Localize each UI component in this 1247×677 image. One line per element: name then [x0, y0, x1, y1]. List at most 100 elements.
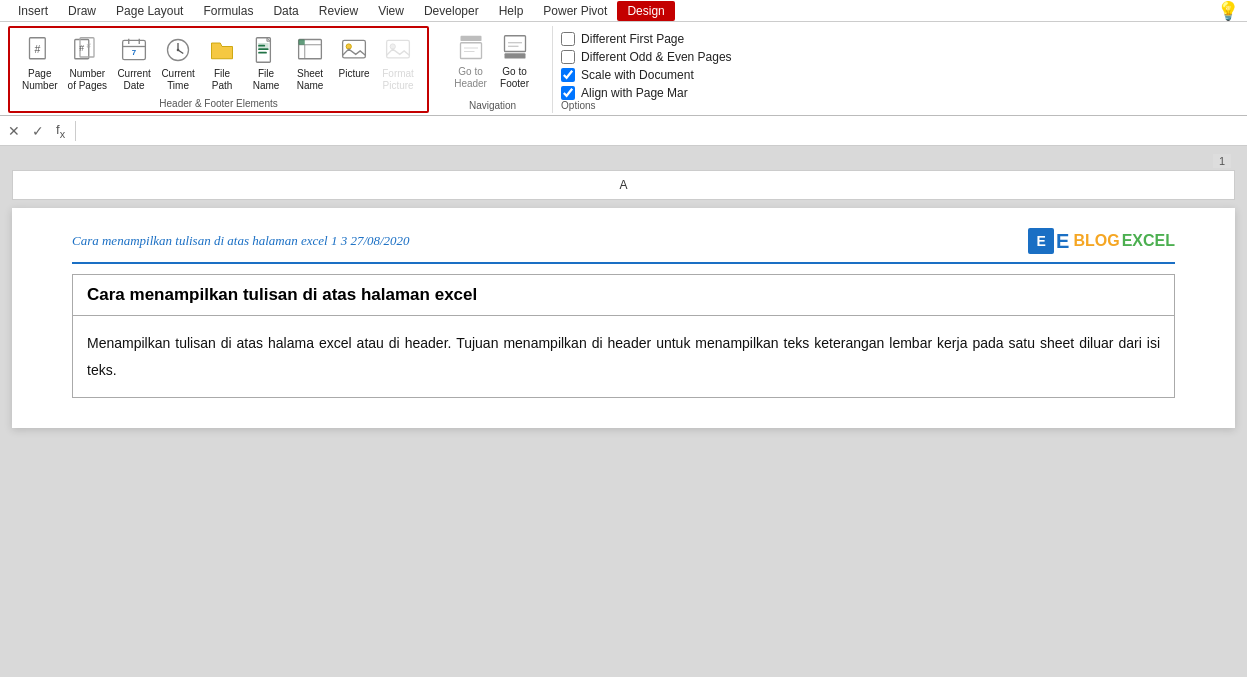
- header-cell-label: A: [619, 178, 627, 192]
- page-number-icon: #: [24, 34, 56, 66]
- number-of-pages-button[interactable]: # # Number of Pages: [64, 32, 111, 94]
- article-body-text: Menampilkan tulisan di atas halama excel…: [87, 330, 1160, 383]
- blog-logo: E E BLOG EXCEL: [1028, 228, 1175, 254]
- page-number-display: 1: [1213, 154, 1231, 168]
- go-to-header-button[interactable]: Go to Header: [450, 30, 492, 92]
- svg-rect-27: [387, 40, 410, 58]
- formula-bar: ✕ ✓ fx: [0, 116, 1247, 146]
- blog-logo-blog: BLOG: [1073, 232, 1119, 250]
- ribbon-group-navigation: Go to Header Go to Footer Navigation: [433, 26, 553, 113]
- different-odd-even-checkbox[interactable]: [561, 50, 575, 64]
- picture-button[interactable]: Picture: [333, 32, 375, 82]
- option-row-scale-with-doc: Scale with Document: [561, 68, 732, 82]
- blog-logo-icon: E: [1028, 228, 1054, 254]
- formula-bar-divider: [75, 121, 76, 141]
- svg-text:#: #: [34, 43, 40, 55]
- scale-with-document-label[interactable]: Scale with Document: [581, 68, 694, 82]
- option-row-different-odd-even: Different Odd & Even Pages: [561, 50, 732, 64]
- menu-bar: Insert Draw Page Layout Formulas Data Re…: [0, 0, 1247, 22]
- article-title: Cara menampilkan tulisan di atas halaman…: [87, 285, 477, 304]
- file-name-label: File Name: [253, 68, 280, 92]
- format-picture-button[interactable]: Format Picture: [377, 32, 419, 94]
- blog-logo-be: E: [1056, 230, 1069, 253]
- svg-rect-25: [343, 40, 366, 58]
- lightbulb-icon[interactable]: 💡: [1217, 0, 1239, 22]
- cancel-formula-button[interactable]: ✕: [4, 123, 24, 139]
- go-to-header-icon: [455, 32, 487, 64]
- different-first-checkbox[interactable]: [561, 32, 575, 46]
- scale-with-document-checkbox[interactable]: [561, 68, 575, 82]
- file-path-icon: [206, 34, 238, 66]
- align-with-page-margin-checkbox[interactable]: [561, 86, 575, 100]
- picture-icon: [338, 34, 370, 66]
- article-header: Cara menampilkan tulisan di atas halaman…: [72, 228, 1175, 264]
- navigation-items: Go to Header Go to Footer: [450, 26, 536, 100]
- header-cell-row: A: [12, 170, 1235, 200]
- insert-function-button[interactable]: fx: [52, 122, 69, 140]
- svg-rect-30: [460, 43, 481, 59]
- svg-text:#: #: [80, 43, 85, 53]
- current-time-label: Current Time: [161, 68, 194, 92]
- page-content: Cara menampilkan tulisan di atas halaman…: [12, 208, 1235, 428]
- svg-rect-18: [258, 48, 269, 50]
- menu-page-layout[interactable]: Page Layout: [106, 1, 193, 21]
- svg-text:#: #: [87, 41, 92, 50]
- svg-rect-19: [258, 52, 267, 54]
- go-to-footer-label: Go to Footer: [500, 66, 529, 90]
- go-to-footer-button[interactable]: Go to Footer: [494, 30, 536, 92]
- svg-rect-33: [504, 36, 525, 52]
- sheet-name-icon: [294, 34, 326, 66]
- confirm-formula-button[interactable]: ✓: [28, 123, 48, 139]
- menu-view[interactable]: View: [368, 1, 414, 21]
- file-path-button[interactable]: File Path: [201, 32, 243, 94]
- menu-formulas[interactable]: Formulas: [193, 1, 263, 21]
- number-of-pages-icon: # #: [71, 34, 103, 66]
- ribbon: # Page Number # # Number of Pages: [0, 22, 1247, 116]
- different-odd-even-label[interactable]: Different Odd & Even Pages: [581, 50, 732, 64]
- file-name-button[interactable]: File Name: [245, 32, 287, 94]
- svg-rect-20: [258, 43, 269, 48]
- article-title-box: Cara menampilkan tulisan di atas halaman…: [72, 274, 1175, 315]
- svg-rect-34: [504, 53, 525, 58]
- go-to-footer-icon: [499, 32, 531, 64]
- main-area: 1 A Cara menampilkan tulisan di atas hal…: [0, 146, 1247, 677]
- page-number-button[interactable]: # Page Number: [18, 32, 62, 94]
- go-to-header-label: Go to Header: [454, 66, 487, 90]
- menu-design[interactable]: Design: [617, 1, 674, 21]
- svg-rect-29: [460, 36, 481, 41]
- menu-data[interactable]: Data: [263, 1, 308, 21]
- menu-review[interactable]: Review: [309, 1, 368, 21]
- current-date-label: Current Date: [117, 68, 150, 92]
- current-date-icon: 7: [118, 34, 150, 66]
- current-date-button[interactable]: 7 Current Date: [113, 32, 155, 94]
- current-time-icon: [162, 34, 194, 66]
- menu-help[interactable]: Help: [489, 1, 534, 21]
- svg-text:7: 7: [132, 48, 137, 57]
- ribbon-group-items: # Page Number # # Number of Pages: [18, 28, 419, 98]
- article-header-text: Cara menampilkan tulisan di atas halaman…: [72, 233, 410, 249]
- menu-developer[interactable]: Developer: [414, 1, 489, 21]
- blog-logo-excel: EXCEL: [1122, 232, 1175, 250]
- current-time-button[interactable]: Current Time: [157, 32, 199, 94]
- menu-draw[interactable]: Draw: [58, 1, 106, 21]
- different-first-label[interactable]: Different First Page: [581, 32, 684, 46]
- options-label: Options: [561, 100, 595, 113]
- menu-insert[interactable]: Insert: [8, 1, 58, 21]
- file-name-icon: [250, 34, 282, 66]
- article-body: Menampilkan tulisan di atas halama excel…: [72, 315, 1175, 398]
- sheet-name-button[interactable]: Sheet Name: [289, 32, 331, 94]
- ribbon-group-options: Different First Page Different Odd & Eve…: [553, 26, 813, 113]
- formula-input[interactable]: [82, 122, 1243, 140]
- svg-point-14: [177, 49, 180, 52]
- page-number-label: Page Number: [22, 68, 58, 92]
- format-picture-icon: [382, 34, 414, 66]
- ribbon-group-header-footer: # Page Number # # Number of Pages: [8, 26, 429, 113]
- options-rows: Different First Page Different Odd & Eve…: [561, 26, 732, 100]
- file-path-label: File Path: [212, 68, 233, 92]
- picture-label: Picture: [339, 68, 370, 80]
- number-of-pages-label: Number of Pages: [68, 68, 107, 92]
- navigation-label: Navigation: [469, 100, 516, 113]
- menu-power-pivot[interactable]: Power Pivot: [533, 1, 617, 21]
- align-with-page-margin-label[interactable]: Align with Page Mar: [581, 86, 688, 100]
- option-row-align-margin: Align with Page Mar: [561, 86, 732, 100]
